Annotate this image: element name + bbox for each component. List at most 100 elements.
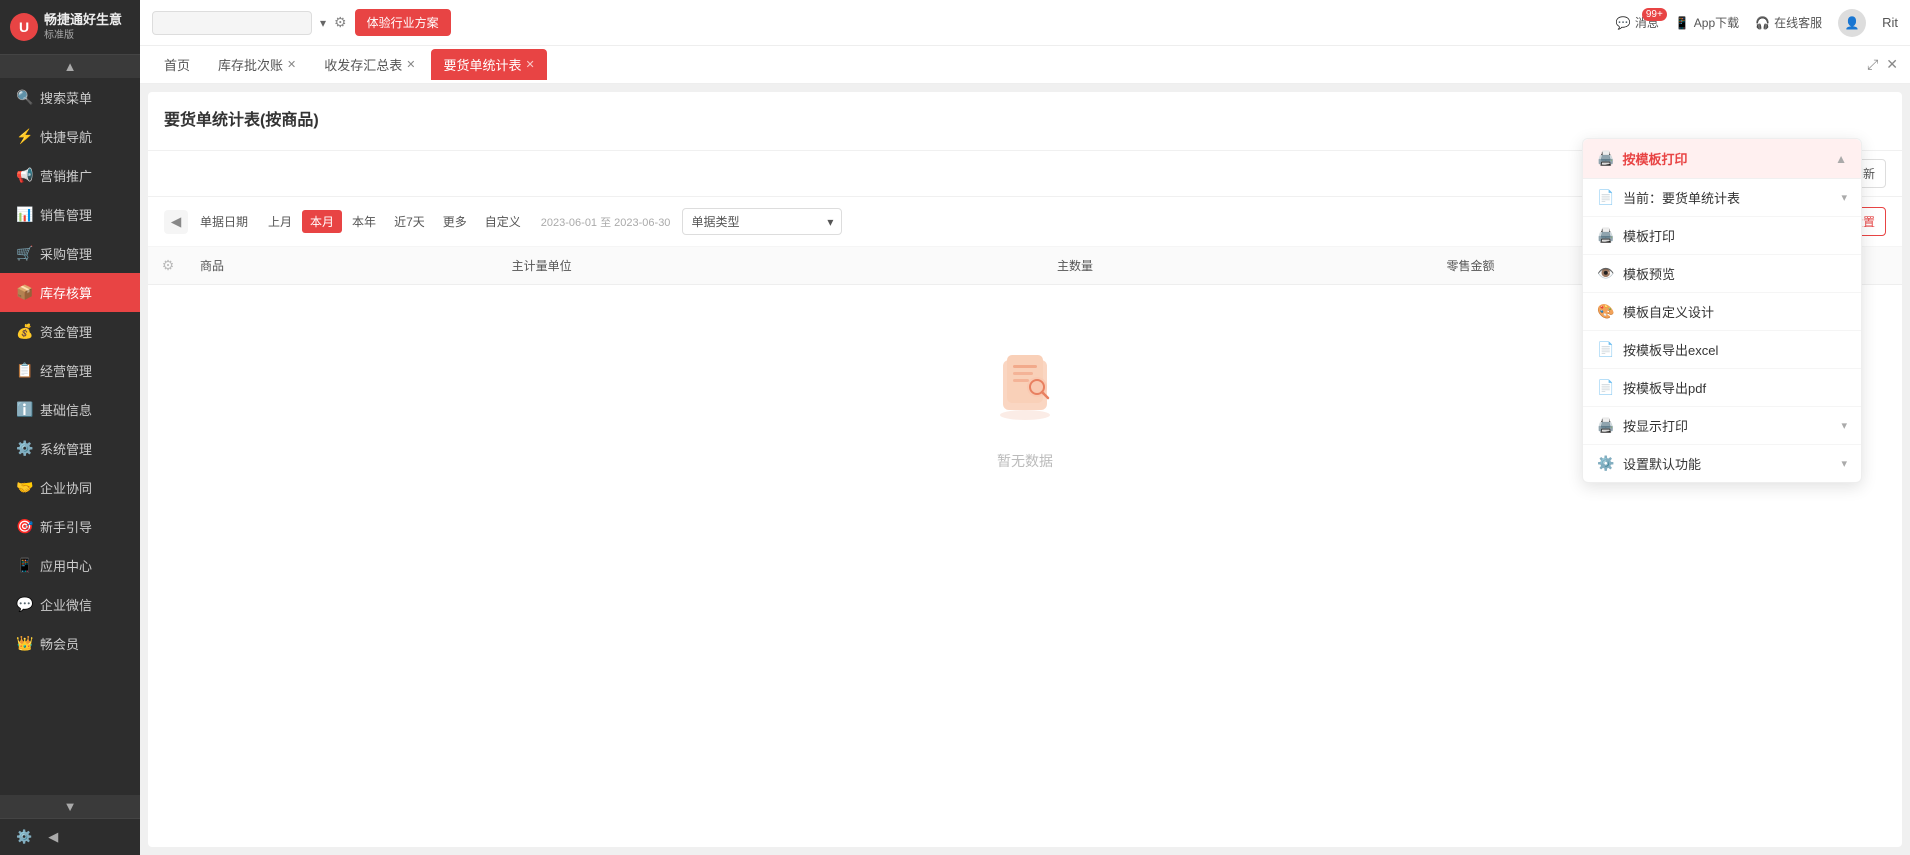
sidebar-item-apps[interactable]: 📱 应用中心 [0,546,140,585]
tab-close-order-stats[interactable]: ✕ [526,58,535,71]
tab-order-stats[interactable]: 要货单统计表 ✕ [431,49,546,80]
sidebar-item-label: 基础信息 [40,400,92,419]
dropdown-export-excel[interactable]: 📄 按模板导出excel [1583,331,1861,369]
app-version: 标准版 [44,29,122,42]
tab-label: 库存批次账 [218,55,283,74]
tab-close-all-icon[interactable]: ✕ [1886,56,1898,73]
sidebar-item-label: 搜索菜单 [40,88,92,107]
export-pdf-icon: 📄 [1597,379,1613,396]
topbar-dropdown-chevron[interactable]: ▾ [320,16,326,30]
scroll-down-btn[interactable]: ▼ [0,795,140,818]
user-name[interactable]: Rit [1882,15,1898,30]
dropdown-header: 🖨️ 按模板打印 ▲ [1583,139,1861,179]
date-btn-last-month[interactable]: 上月 [260,210,300,233]
online-service-btn[interactable]: 🎧 在线客服 [1755,14,1822,31]
megaphone-icon: 📢 [16,167,32,184]
sidebar-item-purchase[interactable]: 🛒 采购管理 [0,234,140,273]
dropdown-export-pdf[interactable]: 📄 按模板导出pdf [1583,369,1861,407]
dropdown-current-template[interactable]: 📄 当前：要货单统计表 ▾ [1583,179,1861,217]
sidebar-item-member[interactable]: 👑 畅会员 [0,624,140,663]
experience-btn[interactable]: 体验行业方案 [355,9,451,36]
online-service-label: 在线客服 [1774,14,1822,31]
export-pdf-label: 按模板导出pdf [1623,378,1706,397]
search-icon: 🔍 [16,89,32,106]
date-btn-7days[interactable]: 近7天 [386,210,433,233]
sidebar-item-inventory[interactable]: 📦 库存核算 [0,273,140,312]
sidebar-item-finance[interactable]: 💰 资金管理 [0,312,140,351]
handshake-icon: 🤝 [16,479,32,496]
sidebar-item-cooperation[interactable]: 🤝 企业协同 [0,468,140,507]
main-area: ▾ ⚙ 体验行业方案 💬 消息 99+ 📱 App下载 🎧 在线客服 👤 Rit [140,0,1910,855]
tab-receipt-summary[interactable]: 收发存汇总表 ✕ [312,49,427,80]
brand-name: 畅捷通好生意 [44,12,122,29]
type-filter-label: 单据类型 [691,213,739,230]
display-print-icon: 🖨️ [1597,417,1613,434]
info-icon: ℹ️ [16,401,32,418]
topbar-gear-icon[interactable]: ⚙ [334,14,347,31]
sidebar-item-sales[interactable]: 📊 销售管理 [0,195,140,234]
sidebar-item-label: 新手引导 [40,517,92,536]
print-dropdown: 🖨️ 按模板打印 ▲ 📄 当前：要货单统计表 ▾ 🖨️ 模板打印 👁️ 模板预览… [1582,138,1862,483]
user-avatar[interactable]: 👤 [1838,9,1866,37]
page-content: 要货单统计表(按商品) 🖨️ 按模板打印 ▲ ⤴ 导出 ↺ 刷新 ◀ 单据日期 … [148,92,1902,847]
sidebar-item-label: 企业微信 [40,595,92,614]
tab-home[interactable]: 首页 [152,49,202,80]
template-preview-label: 模板预览 [1623,264,1675,283]
collapse-icon[interactable]: ◀ [48,829,58,845]
template-preview-icon: 👁️ [1597,265,1613,282]
sidebar-item-operation[interactable]: 📋 经营管理 [0,351,140,390]
col-unit: 主计量单位 [500,247,1045,285]
tab-close-batch-account[interactable]: ✕ [287,58,296,71]
date-btn-custom[interactable]: 自定义 [477,210,529,233]
dropdown-template-preview[interactable]: 👁️ 模板预览 [1583,255,1861,293]
current-template-icon: 📄 [1597,189,1613,206]
sidebar-item-system[interactable]: ⚙️ 系统管理 [0,429,140,468]
export-excel-label: 按模板导出excel [1623,340,1718,359]
tab-close-receipt-summary[interactable]: ✕ [406,58,415,71]
col-product: 商品 [188,247,500,285]
date-range-display: 2023-06-01 至 2023-06-30 [541,214,671,230]
app-download-btn[interactable]: 📱 App下载 [1675,14,1739,31]
dropdown-close-chevron[interactable]: ▲ [1835,152,1847,166]
page-title: 要货单统计表(按商品) [164,106,1886,130]
type-filter-select[interactable]: 单据类型 ▾ [682,208,842,235]
chart-icon: 📊 [16,206,32,223]
sidebar-item-wechat[interactable]: 💬 企业微信 [0,585,140,624]
set-default-icon: ⚙️ [1597,455,1613,472]
settings-icon[interactable]: ⚙️ [16,829,32,845]
empty-text: 暂无数据 [997,451,1053,471]
dropdown-template-design[interactable]: 🎨 模板自定义设计 [1583,293,1861,331]
topbar-right: 💬 消息 99+ 📱 App下载 🎧 在线客服 👤 Rit [1616,9,1898,37]
col-qty: 主数量 [1045,247,1435,285]
dropdown-template-print[interactable]: 🖨️ 模板打印 [1583,217,1861,255]
app-logo-icon: U [10,13,38,41]
dropdown-display-print[interactable]: 🖨️ 按显示打印 ▾ [1583,407,1861,445]
sidebar-item-label: 快捷导航 [40,127,92,146]
tab-maximize-icon[interactable]: ⤢ [1867,56,1878,73]
template-print-label: 模板打印 [1623,226,1675,245]
crown-icon: 👑 [16,635,32,652]
notification-btn[interactable]: 💬 消息 99+ [1616,14,1659,31]
clipboard-icon: 📋 [16,362,32,379]
tab-batch-account[interactable]: 库存批次账 ✕ [206,49,308,80]
set-default-label: 设置默认功能 [1623,454,1701,473]
scroll-up-btn[interactable]: ▲ [0,55,140,78]
sidebar-item-label: 库存核算 [40,283,92,302]
sidebar-item-marketing[interactable]: 📢 营销推广 [0,156,140,195]
wechat-icon: 💬 [16,596,32,613]
sidebar-item-search[interactable]: 🔍 搜索菜单 [0,78,140,117]
cart-icon: 🛒 [16,245,32,262]
sidebar-item-label: 系统管理 [40,439,92,458]
date-btn-this-month[interactable]: 本月 [302,210,342,233]
dropdown-set-default[interactable]: ⚙️ 设置默认功能 ▾ [1583,445,1861,482]
sidebar-item-guide[interactable]: 🎯 新手引导 [0,507,140,546]
filter-collapse-btn[interactable]: ◀ [164,210,188,234]
sidebar-item-quick-nav[interactable]: ⚡ 快捷导航 [0,117,140,156]
sidebar-item-basic[interactable]: ℹ️ 基础信息 [0,390,140,429]
lightning-icon: ⚡ [16,128,32,145]
topbar-search-input[interactable] [152,11,312,35]
print-header-icon: 🖨️ [1597,150,1614,167]
date-btn-this-year[interactable]: 本年 [344,210,384,233]
set-default-arrow: ▾ [1841,457,1847,470]
date-btn-more[interactable]: 更多 [435,210,475,233]
